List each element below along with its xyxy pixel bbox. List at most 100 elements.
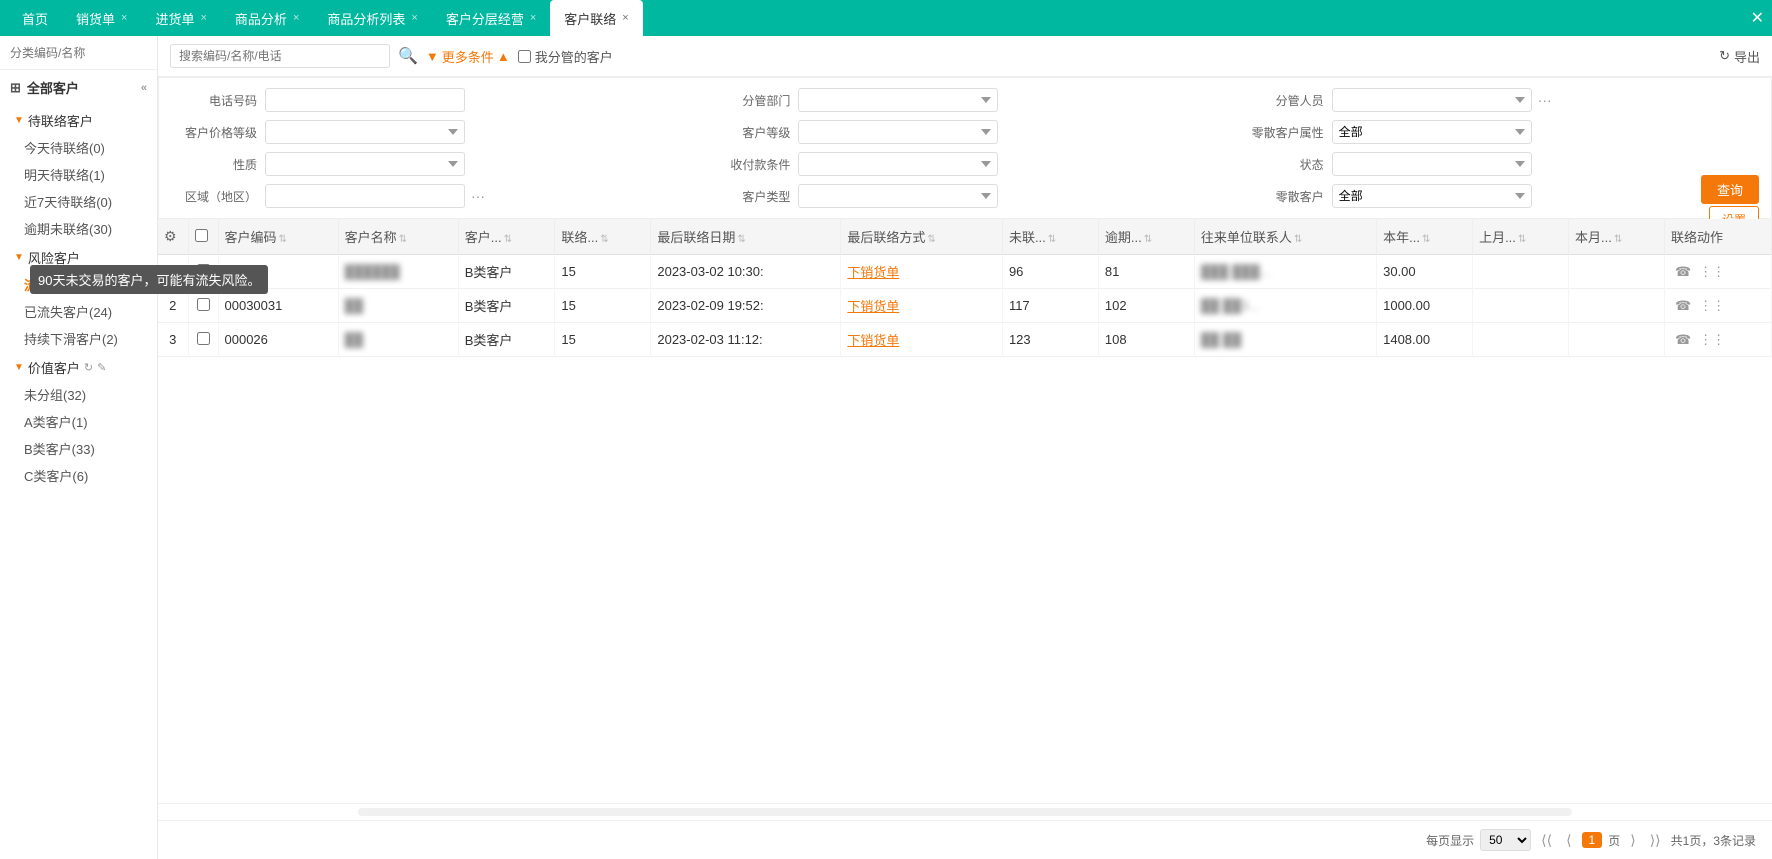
last-page-btn[interactable]: ⟩⟩ [1646,830,1665,851]
sidebar-item-class-b[interactable]: B类客户(33) [0,435,157,462]
sort-icon-date[interactable]: ⇅ [737,234,745,245]
tab-sales-order[interactable]: 销货单 × [62,0,141,36]
tab-customer-tier[interactable]: 客户分层经营 × [432,0,550,36]
sort-icon-tmonth[interactable]: ⇅ [1614,234,1622,245]
sidebar-item-class-c[interactable]: C类客户(6) [0,462,157,489]
close-tab-customer-tier[interactable]: × [530,12,536,24]
contact-icon-2[interactable]: ☎ [1675,298,1691,313]
per-page-select[interactable]: 50 20 100 [1480,829,1531,851]
row-checkbox-2[interactable] [197,298,210,311]
more-conditions-toggle[interactable]: ▼ 更多条件 ▲ [426,47,510,66]
search-button[interactable]: 🔍 [398,46,418,66]
tab-product-analysis-list[interactable]: 商品分析列表 × [313,0,431,36]
more-action-icon-2[interactable]: ⋮⋮ [1699,298,1725,313]
first-page-btn[interactable]: ⟨⟨ [1537,830,1556,851]
sidebar-group-pending[interactable]: ▼ 待联络客户 [0,105,157,134]
prev-page-btn[interactable]: ⟨ [1562,830,1575,851]
gear-icon[interactable]: ⚙ [164,228,177,244]
th-gear[interactable]: ⚙ [158,219,188,255]
sort-icon-name[interactable]: ⇅ [399,234,407,245]
select-all-checkbox[interactable] [195,229,208,242]
link-sales-1[interactable]: 下销货单 [847,265,899,280]
th-contact-count: 联络...⇅ [555,219,651,255]
region-label: 区域（地区） [175,188,265,205]
contact-icon-1[interactable]: ☎ [1675,264,1691,279]
person-select[interactable] [1332,88,1532,112]
row-checkbox-3[interactable] [197,332,210,345]
close-tab-product-analysis-list[interactable]: × [411,12,417,24]
row-lmonth-3 [1473,323,1569,357]
link-sales-3[interactable]: 下销货单 [847,333,899,348]
zero-attr-select[interactable]: 全部 [1332,120,1532,144]
sidebar-item-overdue-pending[interactable]: 逾期未联络(30) [0,215,157,242]
sort-icon-code[interactable]: ⇅ [279,234,287,245]
action-icons-1[interactable]: ☎ ⋮⋮ [1671,263,1725,279]
action-icons-3[interactable]: ☎ ⋮⋮ [1671,331,1725,347]
tab-homepage[interactable]: 首页 [8,0,62,36]
field-zero-customer: 零散客户 全部 [1242,184,1755,208]
sidebar-item-class-a[interactable]: A类客户(1) [0,408,157,435]
phone-input[interactable] [265,88,465,112]
edit-icon[interactable]: ✎ [97,361,106,374]
person-more-icon[interactable]: ··· [1532,92,1558,108]
sidebar-group-value[interactable]: ▼ 价值客户 ↻ ✎ [0,352,157,381]
zero-customer-select[interactable]: 全部 [1332,184,1532,208]
field-customer-level: 客户等级 [708,120,1221,144]
close-window-icon[interactable]: ✕ [1751,8,1764,28]
sort-icon-contacts[interactable]: ⇅ [1294,234,1302,245]
more-action-icon-3[interactable]: ⋮⋮ [1699,332,1725,347]
tab-product-analysis[interactable]: 商品分析 × [221,0,313,36]
row-contacts-3: ██ ██ [1194,323,1376,357]
contact-icon-3[interactable]: ☎ [1675,332,1691,347]
row-type-2: B类客户 [458,289,555,323]
sort-icon-lmonth[interactable]: ⇅ [1518,234,1526,245]
close-tab-sales-order[interactable]: × [121,12,127,24]
sidebar-item-tomorrow-pending[interactable]: 明天待联络(1) [0,161,157,188]
pagination-bar: 每页显示 50 20 100 ⟨⟨ ⟨ 1 页 ⟩ ⟩⟩ 共1页，3条记录 [158,820,1772,859]
region-input[interactable] [265,184,465,208]
more-action-icon-1[interactable]: ⋮⋮ [1699,264,1725,279]
close-tab-product-analysis[interactable]: × [293,12,299,24]
nature-select[interactable] [265,152,465,176]
sort-icon-year[interactable]: ⇅ [1422,234,1430,245]
my-customers-check[interactable] [518,50,531,63]
row-contact-count-3: 15 [555,323,651,357]
refresh-icon[interactable]: ↻ [84,361,93,374]
payment-select[interactable] [798,152,998,176]
action-icons-2[interactable]: ☎ ⋮⋮ [1671,297,1725,313]
sort-icon-way[interactable]: ⇅ [927,234,935,245]
sort-icon-notcontact[interactable]: ⇅ [1048,234,1056,245]
current-page: 1 [1582,832,1603,848]
customer-type-select[interactable] [798,184,998,208]
sidebar-item-week-pending[interactable]: 近7天待联络(0) [0,188,157,215]
sidebar-item-declining[interactable]: 持续下滑客户(2) [0,325,157,352]
price-level-select[interactable] [265,120,465,144]
th-action: 联络动作 [1664,219,1771,255]
tab-customer-contact[interactable]: 客户联络 × [550,0,642,36]
row-contact-count-1: 15 [555,255,651,289]
close-tab-customer-contact[interactable]: × [622,12,628,24]
status-select[interactable] [1332,152,1532,176]
search-input[interactable] [170,44,390,68]
sidebar-all-customers[interactable]: ⊞ 全部客户 « [0,70,157,105]
sort-icon-overdue[interactable]: ⇅ [1144,234,1152,245]
sidebar-item-today-pending[interactable]: 今天待联络(0) [0,134,157,161]
my-customers-checkbox[interactable]: 我分管的客户 [518,47,613,66]
sidebar-search-input[interactable] [10,46,158,60]
dept-select[interactable] [798,88,998,112]
scrollbar-area [158,803,1772,820]
export-button[interactable]: ↻ 导出 [1719,47,1760,66]
next-page-btn[interactable]: ⟩ [1626,830,1639,851]
customer-level-select[interactable] [798,120,998,144]
query-button[interactable]: 查询 [1701,175,1759,204]
region-more-icon[interactable]: ··· [465,188,491,204]
sidebar-item-churned[interactable]: 已流失客户(24) [0,298,157,325]
close-tab-purchase-order[interactable]: × [200,12,206,24]
sort-icon-contact[interactable]: ⇅ [600,234,608,245]
row-action-2: ☎ ⋮⋮ [1664,289,1771,323]
sort-icon-type[interactable]: ⇅ [504,234,512,245]
link-sales-2[interactable]: 下销货单 [847,299,899,314]
horizontal-scrollbar[interactable] [358,808,1572,816]
tab-purchase-order[interactable]: 进货单 × [141,0,220,36]
sidebar-item-ungrouped[interactable]: 未分组(32) [0,381,157,408]
